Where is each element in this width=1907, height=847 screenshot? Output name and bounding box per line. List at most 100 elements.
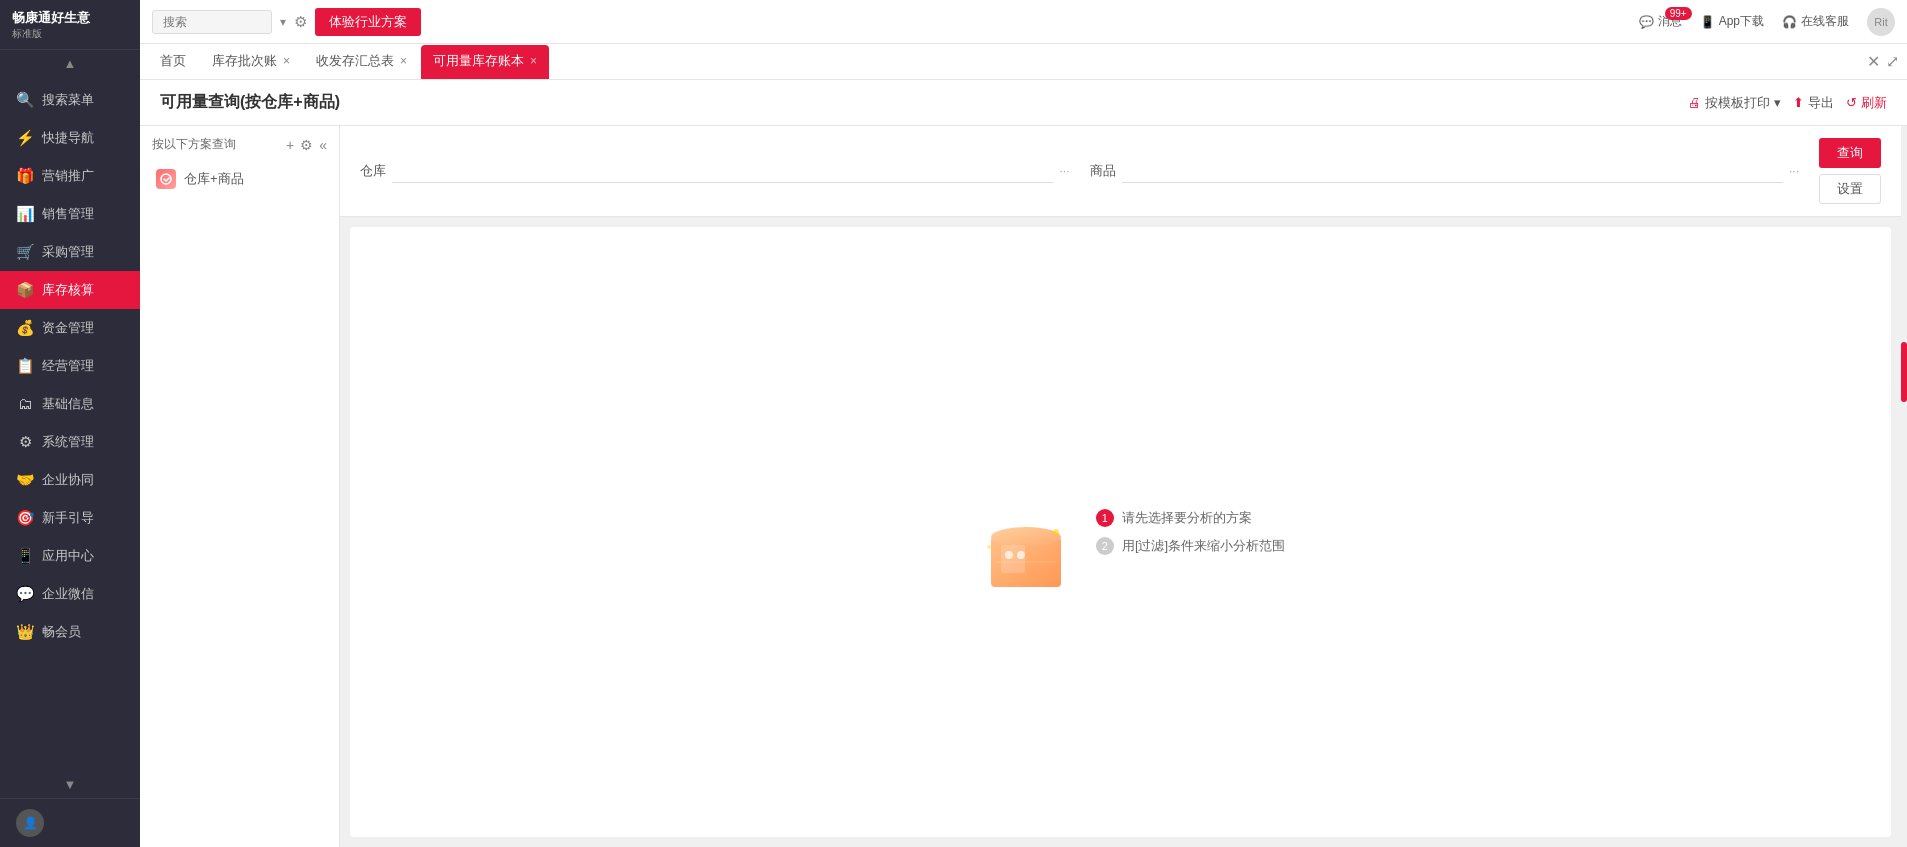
right-scrollbar[interactable] bbox=[1901, 126, 1907, 847]
tab-label: 收发存汇总表 bbox=[316, 52, 394, 70]
sidebar-item-inventory[interactable]: 📦 库存核算 bbox=[0, 271, 140, 309]
close-icon[interactable]: × bbox=[283, 54, 290, 68]
tabs-bar: 首页 库存批次账 × 收发存汇总表 × 可用量库存账本 × ✕ ⤢ bbox=[140, 44, 1907, 80]
topbar-username: Rit bbox=[1874, 16, 1887, 28]
sidebar-item-label: 新手引导 bbox=[42, 509, 94, 527]
quicknav-icon: ⚡ bbox=[16, 129, 34, 147]
query-form: 仓库 ··· 商品 ··· 查询 设置 bbox=[340, 126, 1901, 217]
tab-summary[interactable]: 收发存汇总表 × bbox=[304, 45, 419, 79]
sidebar-item-operations[interactable]: 📋 经营管理 bbox=[0, 347, 140, 385]
hint-text-2: 用[过滤]条件来缩小分析范围 bbox=[1122, 537, 1285, 555]
collapse-panel-btn[interactable]: « bbox=[319, 137, 327, 153]
phone-icon: 📱 bbox=[1700, 15, 1715, 29]
svg-point-0 bbox=[161, 174, 171, 184]
scroll-thumb[interactable] bbox=[1901, 342, 1907, 402]
sidebar-item-newguide[interactable]: 🎯 新手引导 bbox=[0, 499, 140, 537]
sidebar-item-label: 销售管理 bbox=[42, 205, 94, 223]
search-input[interactable] bbox=[152, 10, 272, 34]
inventory-icon: 📦 bbox=[16, 281, 34, 299]
sidebar-item-label: 库存核算 bbox=[42, 281, 94, 299]
sidebar-item-label: 基础信息 bbox=[42, 395, 94, 413]
empty-hint-2: 2 用[过滤]条件来缩小分析范围 bbox=[1096, 537, 1285, 555]
chevron-down-icon[interactable]: ▾ bbox=[280, 15, 286, 29]
sidebar-item-label: 采购管理 bbox=[42, 243, 94, 261]
query-btn[interactable]: 查询 bbox=[1819, 138, 1881, 168]
filter-header-label: 按以下方案查询 bbox=[152, 136, 236, 153]
svg-point-4 bbox=[1005, 551, 1013, 559]
sidebar-item-quicknav[interactable]: ⚡ 快捷导航 bbox=[0, 119, 140, 157]
page-header: 可用量查询(按仓库+商品) 🖨 按模板打印 ▾ ⬆ 导出 ↺ 刷新 bbox=[140, 80, 1907, 126]
industry-btn[interactable]: 体验行业方案 bbox=[315, 8, 421, 36]
tab-label: 可用量库存账本 bbox=[433, 52, 524, 70]
refresh-btn[interactable]: ↺ 刷新 bbox=[1846, 94, 1887, 112]
gear-icon[interactable]: ⚙ bbox=[294, 13, 307, 31]
filter-scheme-item[interactable]: 仓库+商品 bbox=[140, 161, 339, 197]
close-all-tabs-btn[interactable]: ✕ bbox=[1867, 52, 1880, 71]
export-label: 导出 bbox=[1808, 94, 1834, 112]
svg-rect-3 bbox=[1001, 545, 1025, 573]
export-btn[interactable]: ⬆ 导出 bbox=[1793, 94, 1834, 112]
empty-illustration bbox=[956, 472, 1076, 592]
tab-batch-account[interactable]: 库存批次账 × bbox=[200, 45, 302, 79]
sidebar-item-basic-info[interactable]: 🗂 基础信息 bbox=[0, 385, 140, 423]
sidebar-item-search[interactable]: 🔍 搜索菜单 bbox=[0, 81, 140, 119]
marketing-icon: 🎁 bbox=[16, 167, 34, 185]
goods-input[interactable] bbox=[1122, 159, 1783, 183]
basicinfo-icon: 🗂 bbox=[16, 395, 34, 413]
goods-field: 商品 ··· bbox=[1090, 159, 1800, 183]
brand-edition: 标准版 bbox=[12, 27, 128, 41]
sidebar-item-vip[interactable]: 👑 畅会员 bbox=[0, 613, 140, 651]
filter-header: 按以下方案查询 + ⚙ « bbox=[140, 136, 339, 161]
empty-hints: 1 请先选择要分析的方案 2 用[过滤]条件来缩小分析范围 bbox=[1096, 509, 1285, 555]
user-avatar-topbar[interactable]: Rit bbox=[1867, 8, 1895, 36]
service-btn[interactable]: 🎧 在线客服 bbox=[1782, 13, 1849, 30]
hint-num-1: 1 bbox=[1096, 509, 1114, 527]
finance-icon: 💰 bbox=[16, 319, 34, 337]
refresh-icon: ↺ bbox=[1846, 95, 1857, 110]
tab-home[interactable]: 首页 bbox=[148, 45, 198, 79]
expand-tabs-icon[interactable]: ⤢ bbox=[1886, 52, 1899, 71]
query-area: 仓库 ··· 商品 ··· 查询 设置 bbox=[340, 126, 1901, 847]
sidebar-scroll-down[interactable]: ▼ bbox=[0, 771, 140, 798]
message-icon: 💬 bbox=[1639, 15, 1654, 29]
sidebar-scroll-up[interactable]: ▲ bbox=[0, 50, 140, 77]
sidebar-item-label: 企业微信 bbox=[42, 585, 94, 603]
app-download-btn[interactable]: 📱 App下载 bbox=[1700, 13, 1764, 30]
print-btn[interactable]: 🖨 按模板打印 ▾ bbox=[1688, 94, 1781, 112]
chevron-down-icon[interactable]: ▾ bbox=[1774, 95, 1781, 110]
sidebar-item-label: 快捷导航 bbox=[42, 129, 94, 147]
sidebar-header: 畅康通好生意 标准版 bbox=[0, 0, 140, 50]
empty-state: 1 请先选择要分析的方案 2 用[过滤]条件来缩小分析范围 bbox=[350, 227, 1891, 837]
settings-scheme-btn[interactable]: ⚙ bbox=[300, 137, 313, 153]
sidebar-footer[interactable]: 👤 bbox=[0, 798, 140, 847]
sidebar: 畅康通好生意 标准版 ▲ 🔍 搜索菜单 ⚡ 快捷导航 🎁 营销推广 📊 销售管理… bbox=[0, 0, 140, 847]
system-icon: ⚙ bbox=[16, 433, 34, 451]
warehouse-more-btn[interactable]: ··· bbox=[1059, 164, 1069, 178]
sidebar-item-label: 应用中心 bbox=[42, 547, 94, 565]
tab-available-qty[interactable]: 可用量库存账本 × bbox=[421, 45, 549, 79]
close-icon[interactable]: × bbox=[400, 54, 407, 68]
sidebar-item-system[interactable]: ⚙ 系统管理 bbox=[0, 423, 140, 461]
sidebar-item-marketing[interactable]: 🎁 营销推广 bbox=[0, 157, 140, 195]
print-icon: 🖨 bbox=[1688, 95, 1701, 110]
sidebar-item-wxwork[interactable]: 💬 企业微信 bbox=[0, 575, 140, 613]
goods-more-btn[interactable]: ··· bbox=[1789, 164, 1799, 178]
setting-btn[interactable]: 设置 bbox=[1819, 174, 1881, 204]
sidebar-item-label: 畅会员 bbox=[42, 623, 81, 641]
tab-label: 库存批次账 bbox=[212, 52, 277, 70]
sidebar-item-finance[interactable]: 💰 资金管理 bbox=[0, 309, 140, 347]
sidebar-item-collab[interactable]: 🤝 企业协同 bbox=[0, 461, 140, 499]
appcenter-icon: 📱 bbox=[16, 547, 34, 565]
message-btn[interactable]: 💬 消息 99+ bbox=[1639, 13, 1682, 30]
add-scheme-btn[interactable]: + bbox=[286, 137, 294, 153]
sidebar-item-sales[interactable]: 📊 销售管理 bbox=[0, 195, 140, 233]
query-actions: 查询 设置 bbox=[1819, 138, 1881, 204]
close-icon[interactable]: × bbox=[530, 54, 537, 68]
sidebar-item-appcenter[interactable]: 📱 应用中心 bbox=[0, 537, 140, 575]
warehouse-label: 仓库 bbox=[360, 162, 386, 180]
warehouse-input[interactable] bbox=[392, 159, 1053, 183]
page-actions: 🖨 按模板打印 ▾ ⬆ 导出 ↺ 刷新 bbox=[1688, 94, 1887, 112]
sidebar-item-label: 搜索菜单 bbox=[42, 91, 94, 109]
main-area: ▾ ⚙ 体验行业方案 💬 消息 99+ 📱 App下载 🎧 在线客服 Rit bbox=[140, 0, 1907, 847]
sidebar-item-purchase[interactable]: 🛒 采购管理 bbox=[0, 233, 140, 271]
